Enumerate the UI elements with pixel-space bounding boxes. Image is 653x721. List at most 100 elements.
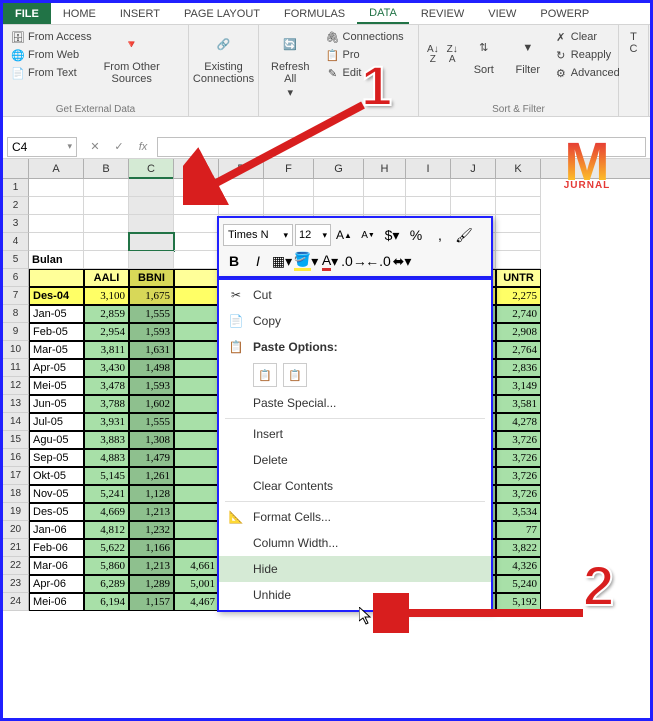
- format-painter-icon[interactable]: 🖌: [453, 224, 475, 246]
- cell[interactable]: 3,883: [84, 431, 129, 449]
- tab-review[interactable]: REVIEW: [409, 3, 476, 24]
- cell[interactable]: [84, 179, 129, 197]
- cell[interactable]: Okt-05: [29, 467, 84, 485]
- sort-az-button[interactable]: A↓Z: [425, 29, 441, 81]
- row-header[interactable]: 17: [3, 467, 29, 485]
- cell[interactable]: [174, 467, 219, 485]
- row-header[interactable]: 11: [3, 359, 29, 377]
- cell[interactable]: 4,661: [174, 557, 219, 575]
- cell[interactable]: [84, 233, 129, 251]
- cell[interactable]: [174, 521, 219, 539]
- cell[interactable]: Apr-06: [29, 575, 84, 593]
- tab-pagelayout[interactable]: PAGE LAYOUT: [172, 3, 272, 24]
- cell[interactable]: 1,213: [129, 557, 174, 575]
- decrease-font-icon[interactable]: A▼: [357, 224, 379, 246]
- cell[interactable]: 2,859: [84, 305, 129, 323]
- cell[interactable]: [496, 215, 541, 233]
- sort-za-button[interactable]: Z↓A: [445, 29, 460, 81]
- tab-data[interactable]: DATA: [357, 3, 409, 24]
- tab-home[interactable]: HOME: [51, 3, 108, 24]
- cell[interactable]: 1,602: [129, 395, 174, 413]
- cell[interactable]: [406, 197, 451, 215]
- cell[interactable]: 1,675: [129, 287, 174, 305]
- col-header-k[interactable]: K: [496, 159, 541, 178]
- cell[interactable]: [174, 287, 219, 305]
- edit-links-button[interactable]: ✎Edit: [324, 65, 406, 81]
- cell[interactable]: 5,240: [496, 575, 541, 593]
- cell[interactable]: [174, 413, 219, 431]
- cell[interactable]: 3,581: [496, 395, 541, 413]
- cell[interactable]: 1,308: [129, 431, 174, 449]
- cell[interactable]: 2,275: [496, 287, 541, 305]
- cell[interactable]: [84, 251, 129, 269]
- row-header[interactable]: 21: [3, 539, 29, 557]
- cell[interactable]: 1,289: [129, 575, 174, 593]
- cell[interactable]: [496, 233, 541, 251]
- cell[interactable]: 1,593: [129, 377, 174, 395]
- ctx-clear-contents[interactable]: Clear Contents: [219, 473, 491, 499]
- font-color-button[interactable]: A▾: [319, 250, 341, 272]
- cell[interactable]: Mar-05: [29, 341, 84, 359]
- cell[interactable]: 1,166: [129, 539, 174, 557]
- cell[interactable]: [451, 179, 496, 197]
- cell[interactable]: 5,001: [174, 575, 219, 593]
- col-header-c[interactable]: C: [129, 159, 174, 178]
- cell[interactable]: [451, 197, 496, 215]
- col-header-i[interactable]: I: [406, 159, 451, 178]
- cell[interactable]: 1,593: [129, 323, 174, 341]
- paste-option-2[interactable]: 📋: [283, 363, 307, 387]
- cell[interactable]: 4,812: [84, 521, 129, 539]
- comma-format-icon[interactable]: ,: [429, 224, 451, 246]
- cell[interactable]: Jan-05: [29, 305, 84, 323]
- cell[interactable]: 3,822: [496, 539, 541, 557]
- tab-file[interactable]: FILE: [3, 3, 51, 24]
- cell[interactable]: [129, 215, 174, 233]
- paste-option-1[interactable]: 📋: [253, 363, 277, 387]
- cell[interactable]: 1,261: [129, 467, 174, 485]
- cell[interactable]: Jan-06: [29, 521, 84, 539]
- cell[interactable]: [406, 179, 451, 197]
- cell[interactable]: 3,726: [496, 449, 541, 467]
- row-header[interactable]: 9: [3, 323, 29, 341]
- decrease-decimal-icon[interactable]: ←.0: [367, 250, 389, 272]
- cell[interactable]: 3,534: [496, 503, 541, 521]
- ctx-delete[interactable]: Delete: [219, 447, 491, 473]
- cell[interactable]: Feb-05: [29, 323, 84, 341]
- row-header[interactable]: 4: [3, 233, 29, 251]
- cell[interactable]: 4,669: [84, 503, 129, 521]
- cell[interactable]: Jun-05: [29, 395, 84, 413]
- cell[interactable]: [29, 179, 84, 197]
- cell[interactable]: [496, 197, 541, 215]
- row-header[interactable]: 12: [3, 377, 29, 395]
- cancel-formula-icon[interactable]: ✕: [85, 137, 105, 157]
- row-header[interactable]: 16: [3, 449, 29, 467]
- cell[interactable]: 1,555: [129, 413, 174, 431]
- accounting-format-icon[interactable]: $▾: [381, 224, 403, 246]
- percent-format-icon[interactable]: %: [405, 224, 427, 246]
- cell[interactable]: Nov-05: [29, 485, 84, 503]
- properties-button[interactable]: 📋Pro: [324, 47, 406, 63]
- cell[interactable]: 4,278: [496, 413, 541, 431]
- cell[interactable]: 2,764: [496, 341, 541, 359]
- cell[interactable]: 5,145: [84, 467, 129, 485]
- italic-button[interactable]: I: [247, 250, 269, 272]
- cell[interactable]: [174, 233, 219, 251]
- row-header[interactable]: 5: [3, 251, 29, 269]
- from-text-button[interactable]: 📄From Text: [9, 65, 94, 81]
- increase-font-icon[interactable]: A▲: [333, 224, 355, 246]
- cell[interactable]: Jul-05: [29, 413, 84, 431]
- enter-formula-icon[interactable]: ✓: [109, 137, 129, 157]
- cell[interactable]: [84, 197, 129, 215]
- cell[interactable]: [174, 377, 219, 395]
- name-box[interactable]: C4▾: [7, 137, 77, 157]
- tab-powerp[interactable]: POWERP: [528, 3, 601, 24]
- cell[interactable]: [174, 251, 219, 269]
- cell[interactable]: 1,157: [129, 593, 174, 611]
- cell[interactable]: 3,788: [84, 395, 129, 413]
- row-header[interactable]: 19: [3, 503, 29, 521]
- ctx-paste-special[interactable]: Paste Special...: [219, 390, 491, 416]
- ctx-insert[interactable]: Insert: [219, 421, 491, 447]
- cell[interactable]: Mei-06: [29, 593, 84, 611]
- row-header[interactable]: 3: [3, 215, 29, 233]
- cell[interactable]: 4,883: [84, 449, 129, 467]
